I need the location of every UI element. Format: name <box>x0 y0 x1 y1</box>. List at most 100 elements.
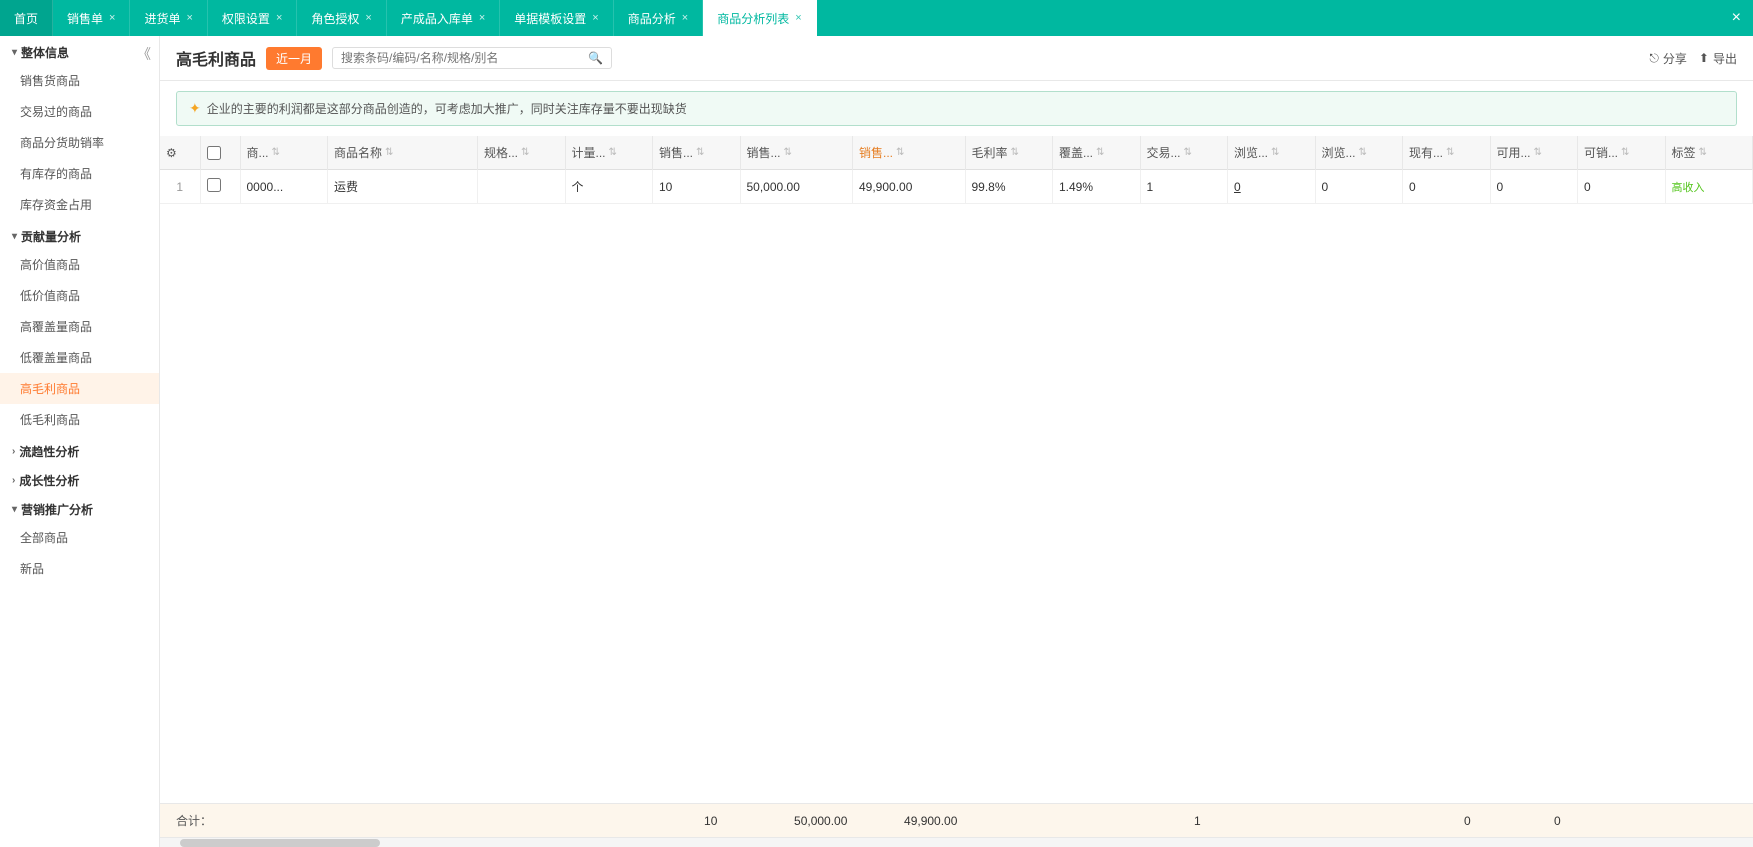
sidebar-item-new-goods[interactable]: 新品 <box>0 553 159 584</box>
cell-sales-amount: 50,000.00 <box>740 170 853 204</box>
col-available-stock[interactable]: 可用...⇅ <box>1490 136 1578 170</box>
sidebar-item-low-coverage[interactable]: 低覆盖量商品 <box>0 342 159 373</box>
nav-close-roles[interactable]: × <box>365 12 371 24</box>
footer-available-stock: 0 <box>1554 814 1624 828</box>
nav-close-sales[interactable]: × <box>109 12 115 24</box>
nav-item-home[interactable]: 首页 <box>0 0 53 36</box>
sidebar-collapse-btn[interactable]: 《 <box>137 44 151 64</box>
sidebar-group-contribution[interactable]: ▾ 贡献量分析 <box>0 220 159 249</box>
nav-item-analysis-list[interactable]: 商品分析列表 × <box>703 0 816 36</box>
footer-total-label: 合计： <box>176 812 212 829</box>
sidebar-item-sales-goods[interactable]: 销售货商品 <box>0 65 159 96</box>
sidebar-item-high-margin[interactable]: 高毛利商品 <box>0 373 159 404</box>
info-icon: ✦ <box>189 100 201 117</box>
sidebar-item-in-stock[interactable]: 有库存的商品 <box>0 158 159 189</box>
settings-icon: ⚙ <box>166 146 177 160</box>
search-input[interactable] <box>341 51 584 65</box>
table-container: ⚙ 商...⇅ 商品名称⇅ 规格...⇅ <box>160 136 1753 803</box>
cell-views1[interactable]: 0 <box>1228 170 1316 204</box>
col-code[interactable]: 商...⇅ <box>240 136 328 170</box>
col-settings[interactable]: ⚙ <box>160 136 200 170</box>
sort-icon-transactions: ⇅ <box>1184 147 1192 158</box>
nav-close-analysis-list[interactable]: × <box>795 12 801 24</box>
nav-close-analysis[interactable]: × <box>682 12 688 24</box>
sidebar-item-low-margin[interactable]: 低毛利商品 <box>0 404 159 435</box>
cell-transactions: 1 <box>1140 170 1228 204</box>
nav-item-sales[interactable]: 销售单 × <box>53 0 130 36</box>
top-nav: 首页 销售单 × 进货单 × 权限设置 × 角色授权 × 产成品入库单 × 单据… <box>0 0 1753 36</box>
cell-sellable-stock: 0 <box>1578 170 1666 204</box>
info-banner: ✦ 企业的主要的利润都是这部分商品创造的，可考虑加大推广，同时关注库存量不要出现… <box>176 91 1737 126</box>
sidebar-item-low-value[interactable]: 低价值商品 <box>0 280 159 311</box>
select-all-checkbox[interactable] <box>207 146 221 160</box>
nav-close-inbound[interactable]: × <box>479 12 485 24</box>
sidebar-item-stock-capital[interactable]: 库存资金占用 <box>0 189 159 220</box>
sidebar-item-all-goods[interactable]: 全部商品 <box>0 522 159 553</box>
scroll-thumb[interactable] <box>180 839 380 847</box>
sort-icon-current-stock: ⇅ <box>1446 147 1454 158</box>
export-btn[interactable]: ⬆ 导出 <box>1699 50 1737 67</box>
footer-sales-qty: 10 <box>704 814 774 828</box>
sort-icon-sales-amount: ⇅ <box>784 147 792 158</box>
nav-item-roles[interactable]: 角色授权 × <box>297 0 386 36</box>
data-table: ⚙ 商...⇅ 商品名称⇅ 规格...⇅ <box>160 136 1753 204</box>
col-name[interactable]: 商品名称⇅ <box>328 136 478 170</box>
tag-high-income: 高收入 <box>1672 182 1705 194</box>
nav-item-template[interactable]: 单据模板设置 × <box>500 0 613 36</box>
sidebar-item-traded-goods[interactable]: 交易过的商品 <box>0 96 159 127</box>
nav-close-purchase[interactable]: × <box>186 12 192 24</box>
cell-gross-margin: 99.8% <box>965 170 1053 204</box>
nav-item-purchase[interactable]: 进货单 × <box>130 0 207 36</box>
sidebar-item-sales-assist[interactable]: 商品分货助销率 <box>0 127 159 158</box>
sort-icon-coverage: ⇅ <box>1096 147 1104 158</box>
col-views2[interactable]: 浏览...⇅ <box>1315 136 1403 170</box>
sort-icon-gross-margin: ⇅ <box>1011 147 1019 158</box>
nav-close-all-icon[interactable]: × <box>1732 9 1741 27</box>
sort-icon-sales-qty: ⇅ <box>696 147 704 158</box>
cell-row-num: 1 <box>160 170 200 204</box>
cell-spec <box>478 170 566 204</box>
views1-link[interactable]: 0 <box>1234 180 1241 194</box>
sort-icon-tag: ⇅ <box>1699 147 1707 158</box>
sort-icon-views2: ⇅ <box>1359 147 1367 158</box>
col-coverage[interactable]: 覆盖...⇅ <box>1053 136 1141 170</box>
cell-code: 0000... <box>240 170 328 204</box>
sort-icon-unit: ⇅ <box>609 147 617 158</box>
col-gross-margin[interactable]: 毛利率⇅ <box>965 136 1053 170</box>
footer-transactions: 1 <box>1194 814 1264 828</box>
col-transactions[interactable]: 交易...⇅ <box>1140 136 1228 170</box>
footer-sales-cost: 49,900.00 <box>904 814 994 828</box>
col-current-stock[interactable]: 现有...⇅ <box>1403 136 1491 170</box>
nav-item-inbound[interactable]: 产成品入库单 × <box>387 0 500 36</box>
cell-checkbox[interactable] <box>200 170 240 204</box>
arrow-icon-marketing: ▾ <box>12 504 17 515</box>
col-tag[interactable]: 标签⇅ <box>1665 136 1753 170</box>
col-sales-amount[interactable]: 销售...⇅ <box>740 136 853 170</box>
col-sales-cost[interactable]: 销售...⇅ <box>853 136 966 170</box>
cell-unit: 个 <box>565 170 653 204</box>
col-views1[interactable]: 浏览...⇅ <box>1228 136 1316 170</box>
arrow-icon-growth: › <box>12 475 15 486</box>
bottom-scrollbar[interactable] <box>160 837 1753 847</box>
share-btn[interactable]: ⎋ 分享 <box>1649 50 1687 67</box>
nav-item-analysis[interactable]: 商品分析 × <box>614 0 703 36</box>
filter-recent-month-btn[interactable]: 近一月 <box>266 47 322 70</box>
col-unit[interactable]: 计量...⇅ <box>565 136 653 170</box>
col-sellable-stock[interactable]: 可销...⇅ <box>1578 136 1666 170</box>
nav-item-permissions[interactable]: 权限设置 × <box>208 0 297 36</box>
sidebar-group-overall[interactable]: ▾ 整体信息 <box>0 36 159 65</box>
nav-close-template[interactable]: × <box>592 12 598 24</box>
row-checkbox[interactable] <box>207 178 221 192</box>
search-box: 🔍 <box>332 47 612 69</box>
col-spec[interactable]: 规格...⇅ <box>478 136 566 170</box>
cell-current-stock: 0 <box>1403 170 1491 204</box>
nav-close-permissions[interactable]: × <box>276 12 282 24</box>
col-checkbox[interactable] <box>200 136 240 170</box>
col-sales-qty[interactable]: 销售...⇅ <box>653 136 741 170</box>
sidebar-group-trend[interactable]: › 流趋性分析 <box>0 435 159 464</box>
content-area: 高毛利商品 近一月 🔍 ⎋ 分享 ⬆ 导出 ✦ 企业的主要的利润都是这部分商品创… <box>160 36 1753 847</box>
sidebar-item-high-value[interactable]: 高价值商品 <box>0 249 159 280</box>
sidebar-group-growth[interactable]: › 成长性分析 <box>0 464 159 493</box>
sidebar-item-high-coverage[interactable]: 高覆盖量商品 <box>0 311 159 342</box>
sidebar-group-marketing[interactable]: ▾ 营销推广分析 <box>0 493 159 522</box>
